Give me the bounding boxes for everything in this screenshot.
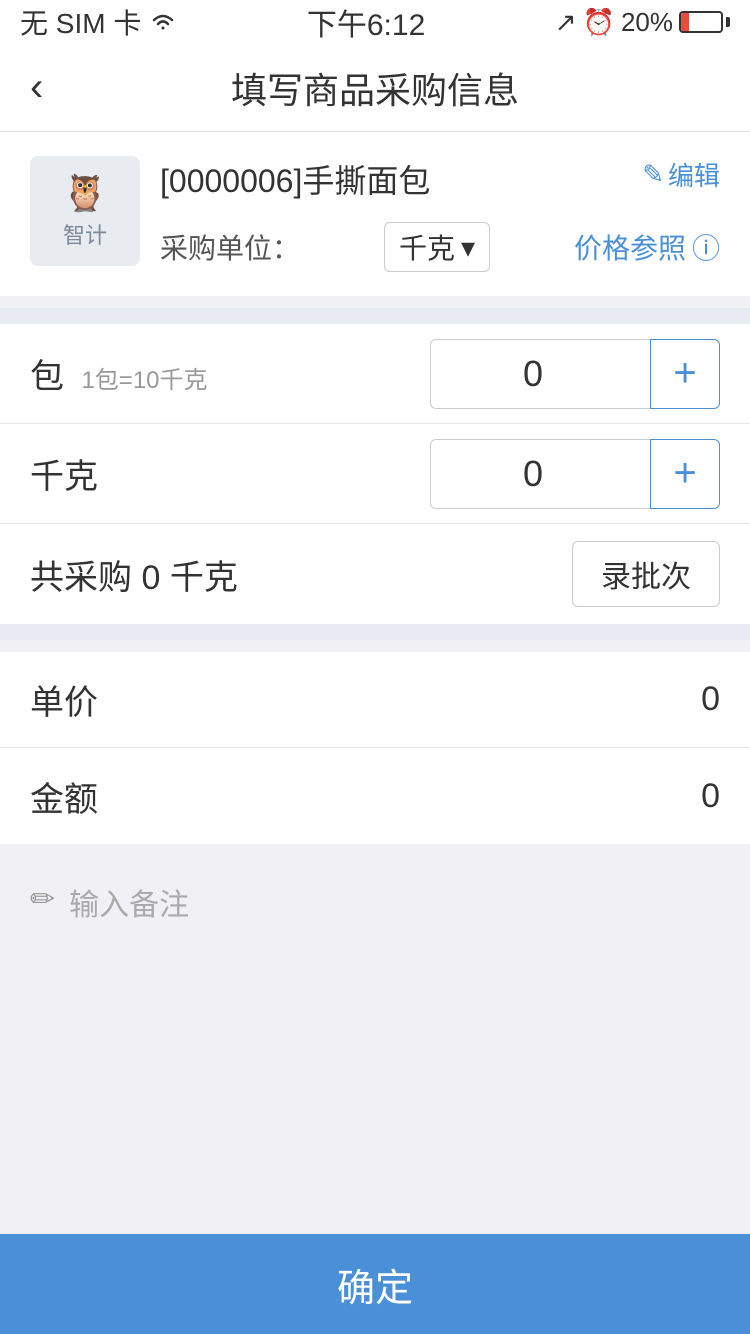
product-owl-icon: 🦉 (63, 172, 108, 214)
chevron-down-icon: ▾ (461, 231, 475, 264)
product-name: [0000006]手撕面包 (160, 156, 430, 202)
notes-section[interactable]: ✏ 输入备注 (0, 856, 750, 948)
alarm-icon: ⏰ (583, 7, 615, 38)
location-icon: ↗ (555, 7, 577, 38)
unit-price-value: 0 (701, 680, 720, 719)
price-ref-label: 价格参照 (574, 227, 686, 267)
bag-label: 包 1包=10千克 (30, 349, 430, 398)
battery-pct: 20% (621, 7, 673, 38)
thumb-sub-label: 智计 (63, 218, 107, 250)
unit-price-row: 单价 0 (0, 652, 750, 748)
unit-label: 采购单位： (160, 227, 300, 267)
amount-label: 金额 (30, 772, 98, 821)
amount-value: 0 (701, 777, 720, 816)
nav-bar: ‹ 填写商品采购信息 (0, 44, 750, 132)
kg-plus-button[interactable]: + (650, 439, 720, 509)
content-spacer (0, 948, 750, 1188)
notes-placeholder: 输入备注 (69, 880, 189, 924)
bag-qty-wrap: + (430, 339, 720, 409)
product-info: [0000006]手撕面包 ✎ 编辑 采购单位： 千克 ▾ 价格参照 ⓘ (160, 156, 720, 272)
unit-value: 千克 (399, 227, 455, 267)
page-title: 填写商品采购信息 (231, 62, 519, 114)
battery-icon (679, 11, 730, 33)
status-time: 下午6:12 (307, 0, 425, 44)
bag-hint: 1包=10千克 (81, 367, 207, 394)
confirm-label: 确定 (337, 1257, 413, 1312)
edit-pencil-icon: ✎ (642, 159, 664, 190)
bag-input-row: 包 1包=10千克 + (0, 324, 750, 424)
kg-qty-input[interactable] (430, 439, 650, 509)
kg-label: 千克 (30, 449, 430, 498)
unit-select[interactable]: 千克 ▾ (384, 222, 490, 272)
summary-text: 共采购 0 千克 (30, 550, 238, 599)
status-left: 无 SIM 卡 (20, 2, 177, 42)
unit-row: 采购单位： 千克 ▾ 价格参照 ⓘ (160, 222, 720, 272)
confirm-button[interactable]: 确定 (0, 1234, 750, 1334)
price-ref-button[interactable]: 价格参照 ⓘ (574, 227, 720, 267)
summary-amount-value: 0 (141, 559, 160, 597)
info-icon: ⓘ (692, 227, 720, 267)
kg-input-row: 千克 + (0, 424, 750, 524)
status-right: ↗ ⏰ 20% (555, 7, 730, 38)
summary-prefix: 共采购 (30, 559, 132, 597)
section-divider-1 (0, 308, 750, 324)
price-section: 单价 0 金额 0 (0, 652, 750, 844)
amount-row: 金额 0 (0, 748, 750, 844)
product-name-row: [0000006]手撕面包 ✎ 编辑 (160, 156, 720, 202)
status-bar: 无 SIM 卡 下午6:12 ↗ ⏰ 20% (0, 0, 750, 44)
unit-price-label: 单价 (30, 675, 98, 724)
bag-qty-input[interactable] (430, 339, 650, 409)
edit-label: 编辑 (668, 156, 720, 193)
product-card: 🦉 智计 [0000006]手撕面包 ✎ 编辑 采购单位： 千克 ▾ 价格参照 … (0, 132, 750, 296)
wifi-icon (149, 12, 177, 32)
bag-plus-button[interactable]: + (650, 339, 720, 409)
pencil-icon: ✏ (30, 882, 55, 917)
back-button[interactable]: ‹ (30, 65, 90, 110)
summary-unit-label: 千克 (170, 559, 238, 597)
batch-button[interactable]: 录批次 (572, 541, 720, 607)
edit-button[interactable]: ✎ 编辑 (642, 156, 720, 193)
input-section: 包 1包=10千克 + 千克 + (0, 324, 750, 524)
summary-row: 共采购 0 千克 录批次 (0, 524, 750, 624)
kg-qty-wrap: + (430, 439, 720, 509)
product-thumbnail: 🦉 智计 (30, 156, 140, 266)
section-divider-2 (0, 624, 750, 640)
no-sim-label: 无 SIM 卡 (20, 2, 141, 42)
